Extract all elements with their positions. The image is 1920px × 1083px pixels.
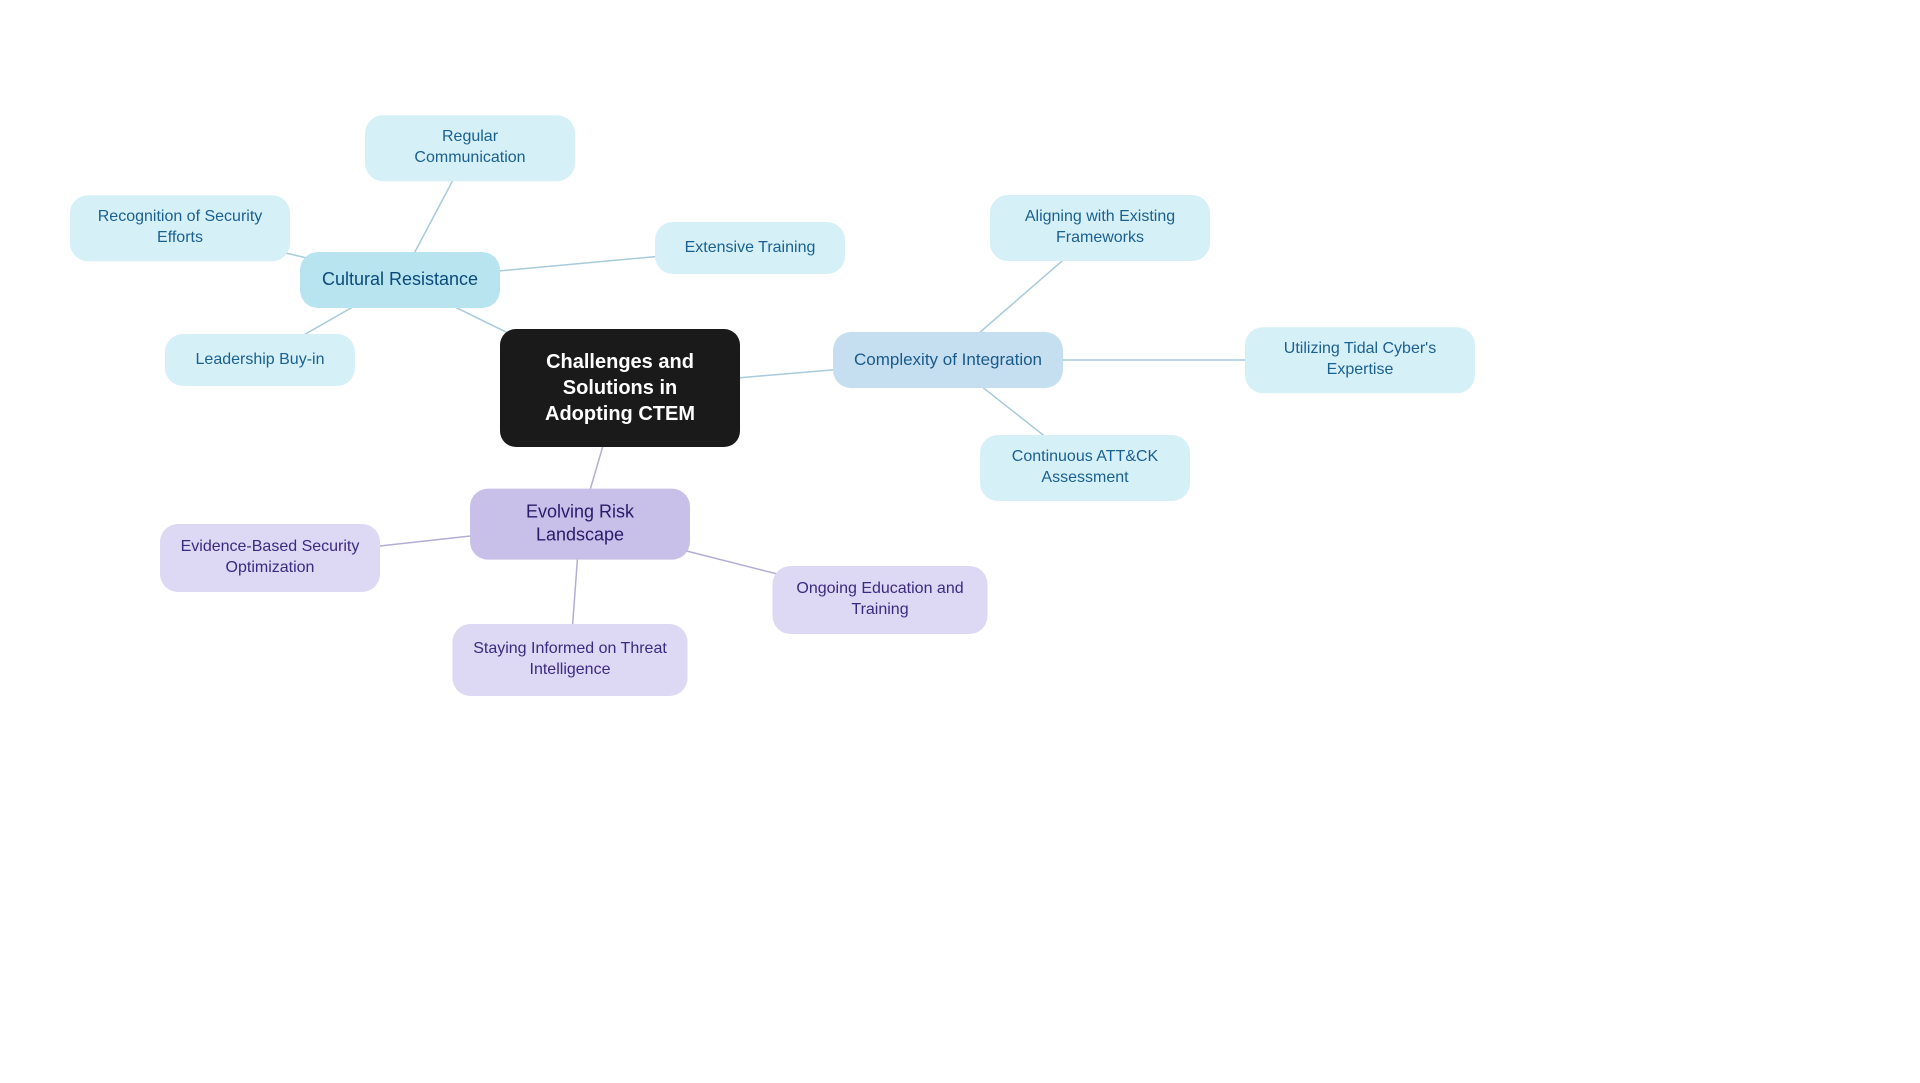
staying-informed-node: Staying Informed on Threat Intelligence xyxy=(453,624,688,696)
center-label: Challenges and Solutions in Adopting CTE… xyxy=(524,349,716,427)
attck-assessment-node: Continuous ATT&CK Assessment xyxy=(980,435,1190,501)
tidal-cyber-node: Utilizing Tidal Cyber's Expertise xyxy=(1245,327,1475,393)
evidence-based-node: Evidence-Based Security Optimization xyxy=(160,524,380,592)
recognition-security-node: Recognition of Security Efforts xyxy=(70,195,290,261)
leadership-buyin-node: Leadership Buy-in xyxy=(165,334,355,386)
evolving-risk-node: Evolving Risk Landscape xyxy=(470,489,690,560)
center-node: Challenges and Solutions in Adopting CTE… xyxy=(500,329,740,447)
regular-communication-node: Regular Communication xyxy=(365,115,575,181)
complexity-integration-node: Complexity of Integration xyxy=(833,332,1063,388)
mindmap-container: Challenges and Solutions in Adopting CTE… xyxy=(0,0,1920,1083)
extensive-training-node: Extensive Training xyxy=(655,222,845,274)
ongoing-education-node: Ongoing Education and Training xyxy=(773,566,988,634)
aligning-frameworks-node: Aligning with Existing Frameworks xyxy=(990,195,1210,261)
cultural-resistance-node: Cultural Resistance xyxy=(300,252,500,308)
